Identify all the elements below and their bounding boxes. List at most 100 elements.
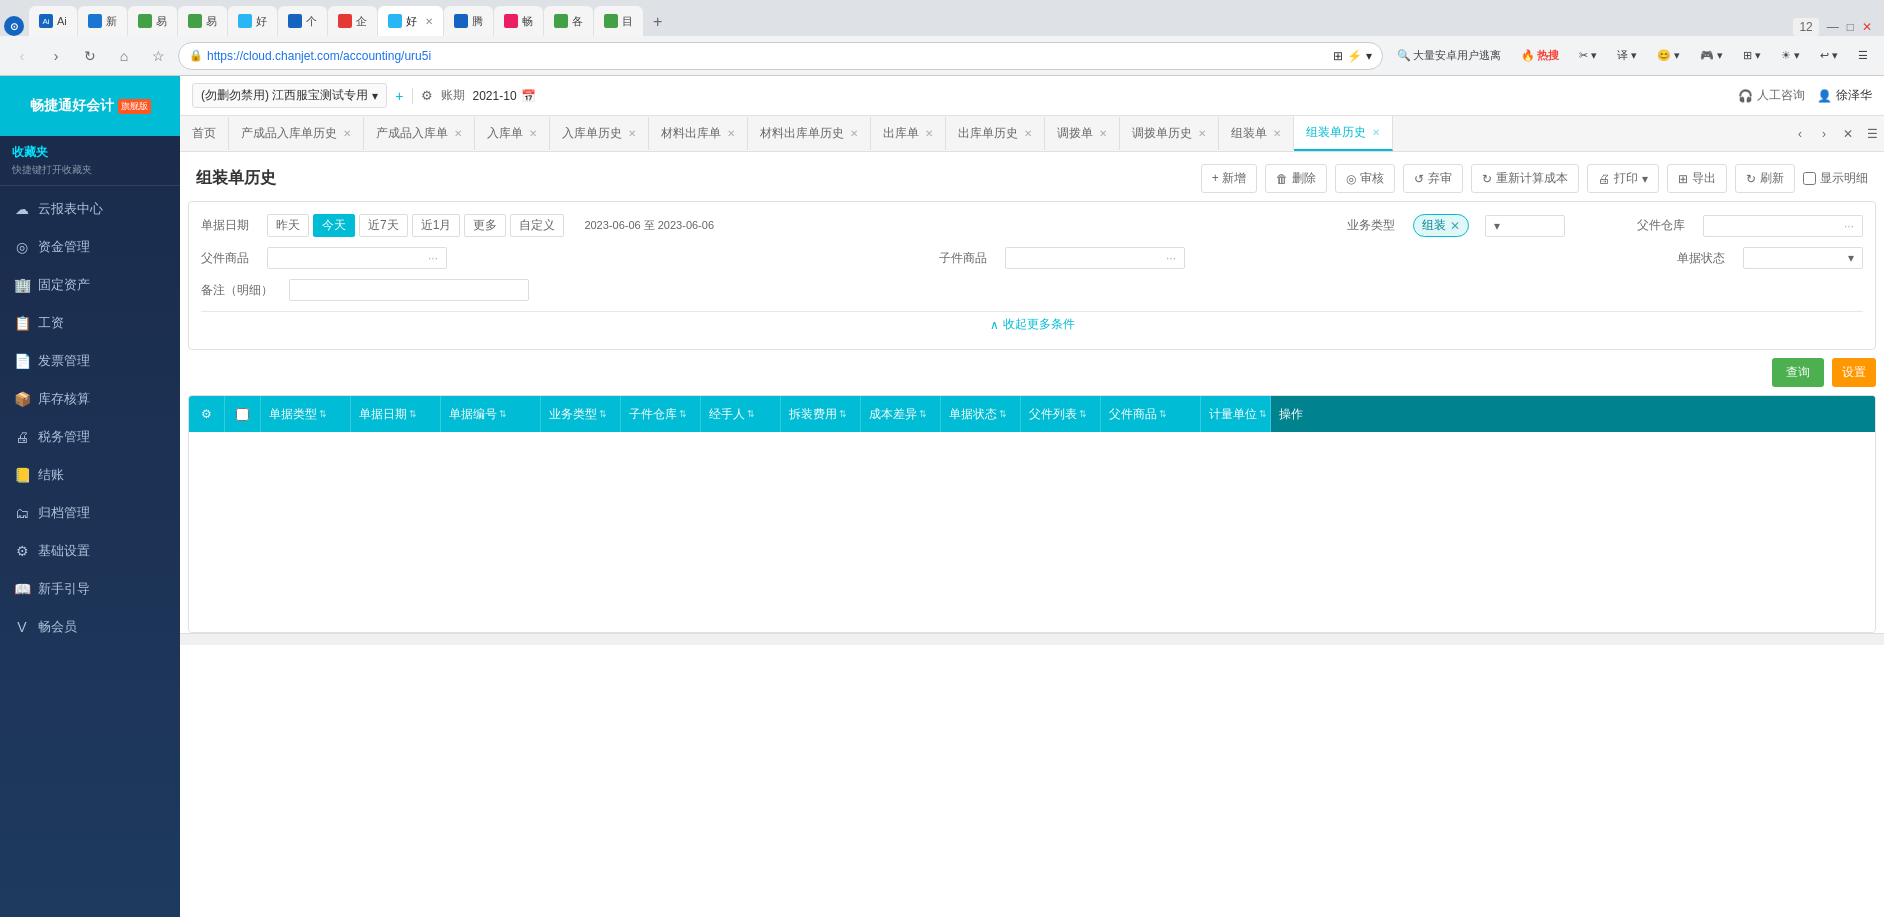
nav-tab-in[interactable]: 入库单 ✕ [475,117,550,150]
sidebar-item-tax[interactable]: 🖨 税务管理 [0,418,180,456]
new-button[interactable]: + 新增 [1201,164,1257,193]
more-date-button[interactable]: 更多 [464,214,506,237]
col-order-type[interactable]: 单据类型 ⇅ [261,396,351,432]
sidebar-item-vip[interactable]: V 畅会员 [0,608,180,646]
week-button[interactable]: 近7天 [359,214,408,237]
tab-close-icon[interactable]: ✕ [925,128,933,139]
tab-close-icon[interactable]: ✕ [1372,127,1380,138]
maximize-icon[interactable]: □ [1847,20,1854,34]
col-parent-list[interactable]: 父件列表 ⇅ [1021,396,1101,432]
close-all-button[interactable]: ✕ [1836,118,1860,150]
forward-button[interactable]: › [42,42,70,70]
tab-close-icon[interactable]: ✕ [1273,128,1281,139]
tab-close-icon[interactable]: ✕ [727,128,735,139]
tab-close-icon[interactable]: ✕ [454,128,462,139]
close-icon[interactable]: ✕ [1862,20,1872,34]
company-selector[interactable]: (勿删勿禁用) 江西服宝测试专用 ▾ [192,83,387,108]
refresh-button[interactable]: ↻ 刷新 [1735,164,1795,193]
nav-tab-assembly[interactable]: 组装单 ✕ [1219,117,1294,150]
tab-ge2[interactable]: 各 [544,6,593,36]
delete-button[interactable]: 🗑 删除 [1265,164,1327,193]
col-disassembly-cost[interactable]: 拆装费用 ⇅ [781,396,861,432]
tab-close-icon[interactable]: ✕ [1024,128,1032,139]
tabs-more-button[interactable]: ☰ [1860,118,1884,150]
sidebar-item-guide[interactable]: 📖 新手引导 [0,570,180,608]
notes-input[interactable] [289,279,529,301]
tab-yi2[interactable]: 易 [178,6,227,36]
sidebar-item-settings[interactable]: ⚙ 基础设置 [0,532,180,570]
tab-teng[interactable]: 腾 [444,6,493,36]
address-dropdown-icon[interactable]: ▾ [1366,49,1372,63]
sidebar-favorites[interactable]: 收藏夹 快捷键打开收藏夹 [0,136,180,186]
emoji-action[interactable]: 😊 ▾ [1649,45,1688,66]
sidebar-item-invoice[interactable]: 📄 发票管理 [0,342,180,380]
search-action[interactable]: 🔍大量安卓用户逃离 [1389,44,1509,67]
child-goods-input[interactable]: ··· [1005,247,1185,269]
grid-action[interactable]: ⊞ ▾ [1735,45,1769,66]
scissors-action[interactable]: ✂ ▾ [1571,45,1605,66]
tab-chang[interactable]: 畅 [494,6,543,36]
minimize-icon[interactable]: — [1827,20,1839,34]
sun-action[interactable]: ☀ ▾ [1773,45,1808,66]
business-type-dropdown[interactable]: ▾ [1485,215,1565,237]
tab-close-icon[interactable]: ✕ [529,128,537,139]
undo-action[interactable]: ↩ ▾ [1812,45,1846,66]
collapse-button[interactable]: ∧ 收起更多条件 [201,311,1863,337]
nav-tab-product-in[interactable]: 产成品入库单 ✕ [364,117,475,150]
col-cost-diff[interactable]: 成本差异 ⇅ [861,396,941,432]
parent-goods-input[interactable]: ··· [267,247,447,269]
user-info[interactable]: 👤 徐泽华 [1817,87,1872,104]
tab-close-icon[interactable]: ✕ [1099,128,1107,139]
business-type-tag-close[interactable]: ✕ [1450,219,1460,233]
parent-warehouse-dropdown[interactable]: ··· [1703,215,1863,237]
scroll-left-button[interactable]: ‹ [1788,118,1812,150]
tab-close-icon[interactable]: ✕ [343,128,351,139]
address-bar[interactable]: 🔒 https://cloud.chanjet.com/accounting/u… [178,42,1383,70]
today-button[interactable]: 今天 [313,214,355,237]
col-order-status[interactable]: 单据状态 ⇅ [941,396,1021,432]
nav-tab-transfer-history[interactable]: 调拨单历史 ✕ [1120,117,1219,150]
order-status-dropdown[interactable]: ▾ [1743,247,1863,269]
show-detail-checkbox-container[interactable]: 显示明细 [1803,170,1868,187]
tab-add-button[interactable]: + [644,8,672,36]
table-select-all[interactable] [225,396,261,432]
nav-tab-home[interactable]: 首页 [180,117,229,150]
col-handler[interactable]: 经手人 ⇅ [701,396,781,432]
tab-qi[interactable]: 企 [328,6,377,36]
horizontal-scrollbar[interactable] [180,633,1884,645]
col-parent-goods[interactable]: 父件商品 ⇅ [1101,396,1201,432]
print-button[interactable]: 🖨 打印 ▾ [1587,164,1659,193]
home-button[interactable]: ⌂ [110,42,138,70]
yesterday-button[interactable]: 昨天 [267,214,309,237]
nav-tab-material-out[interactable]: 材料出库单 ✕ [649,117,748,150]
col-order-no[interactable]: 单据编号 ⇅ [441,396,541,432]
tab-new1[interactable]: 新 [78,6,127,36]
review-button[interactable]: ◎ 审核 [1335,164,1395,193]
col-child-warehouse[interactable]: 子件仓库 ⇅ [621,396,701,432]
sidebar-item-fixed-assets[interactable]: 🏢 固定资产 [0,266,180,304]
nav-tab-product-in-history[interactable]: 产成品入库单历史 ✕ [229,117,364,150]
abandon-button[interactable]: ↺ 弃审 [1403,164,1463,193]
sidebar-item-archive[interactable]: 🗂 归档管理 [0,494,180,532]
tab-close-icon[interactable]: ✕ [850,128,858,139]
menu-action[interactable]: ☰ [1850,45,1876,66]
tab-ai[interactable]: Ai Ai [29,6,77,36]
show-detail-checkbox[interactable] [1803,172,1816,185]
tab-close-icon[interactable]: ✕ [425,16,433,27]
col-business-type[interactable]: 业务类型 ⇅ [541,396,621,432]
tab-hao2[interactable]: 好 ✕ [378,6,443,36]
translate-action[interactable]: 译 ▾ [1609,44,1645,67]
game-action[interactable]: 🎮 ▾ [1692,45,1731,66]
nav-tab-transfer[interactable]: 调拨单 ✕ [1045,117,1120,150]
reload-button[interactable]: ↻ [76,42,104,70]
col-order-date[interactable]: 单据日期 ⇅ [351,396,441,432]
recalculate-button[interactable]: ↻ 重新计算成本 [1471,164,1579,193]
tab-hao1[interactable]: 好 [228,6,277,36]
nav-tab-assembly-history[interactable]: 组装单历史 ✕ [1294,116,1393,151]
nav-tab-out[interactable]: 出库单 ✕ [871,117,946,150]
sidebar-item-cloud-reports[interactable]: ☁ 云报表中心 [0,190,180,228]
sidebar-item-capital[interactable]: ◎ 资金管理 [0,228,180,266]
tab-close-icon[interactable]: ✕ [628,128,636,139]
col-unit[interactable]: 计量单位 ⇅ [1201,396,1271,432]
sidebar-item-inventory[interactable]: 📦 库存核算 [0,380,180,418]
